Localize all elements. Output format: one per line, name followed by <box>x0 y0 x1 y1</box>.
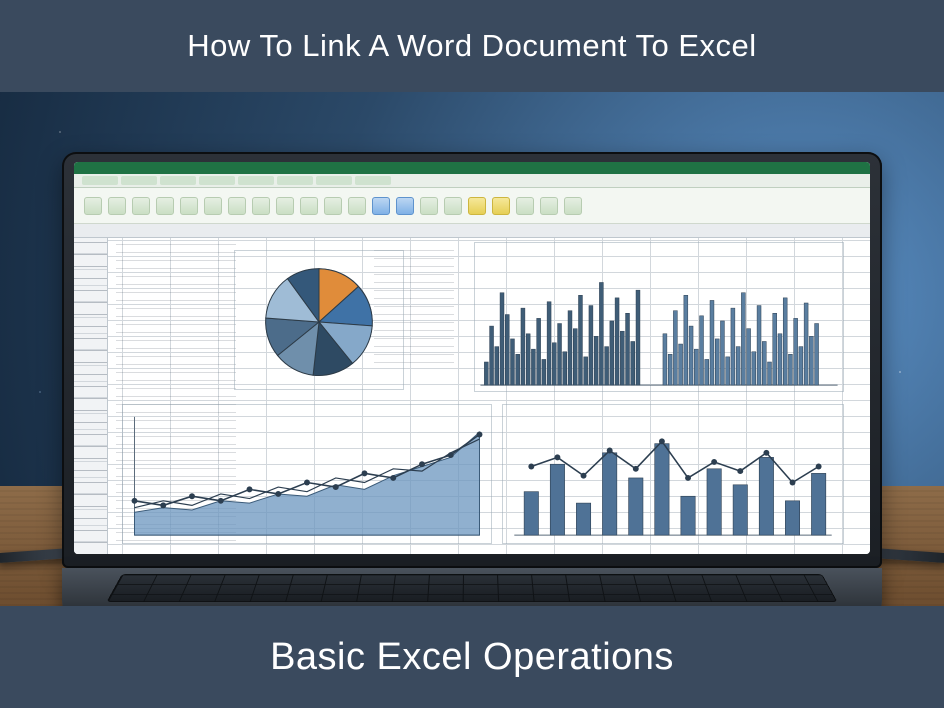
excel-ribbon-tools <box>74 188 870 224</box>
hero-image <box>0 92 944 606</box>
column-headers <box>74 224 870 238</box>
chart-area <box>122 404 492 544</box>
spreadsheet-grid <box>74 224 870 554</box>
chart-bar <box>474 242 844 392</box>
laptop <box>62 152 882 606</box>
chart-combo <box>502 404 844 544</box>
excel-ribbon-tabs <box>74 174 870 188</box>
excel-title-bar <box>74 162 870 174</box>
bottom-title-band: Basic Excel Operations <box>0 606 944 708</box>
bottom-title-text: Basic Excel Operations <box>270 636 674 679</box>
chart-pie <box>234 250 404 390</box>
top-title-band: How To Link A Word Document To Excel <box>0 0 944 92</box>
laptop-keys <box>106 574 837 602</box>
laptop-screen-frame <box>62 152 882 568</box>
top-title-text: How To Link A Word Document To Excel <box>187 28 756 64</box>
excel-screen <box>74 162 870 554</box>
row-headers <box>74 238 108 554</box>
laptop-keyboard-deck <box>62 568 882 606</box>
